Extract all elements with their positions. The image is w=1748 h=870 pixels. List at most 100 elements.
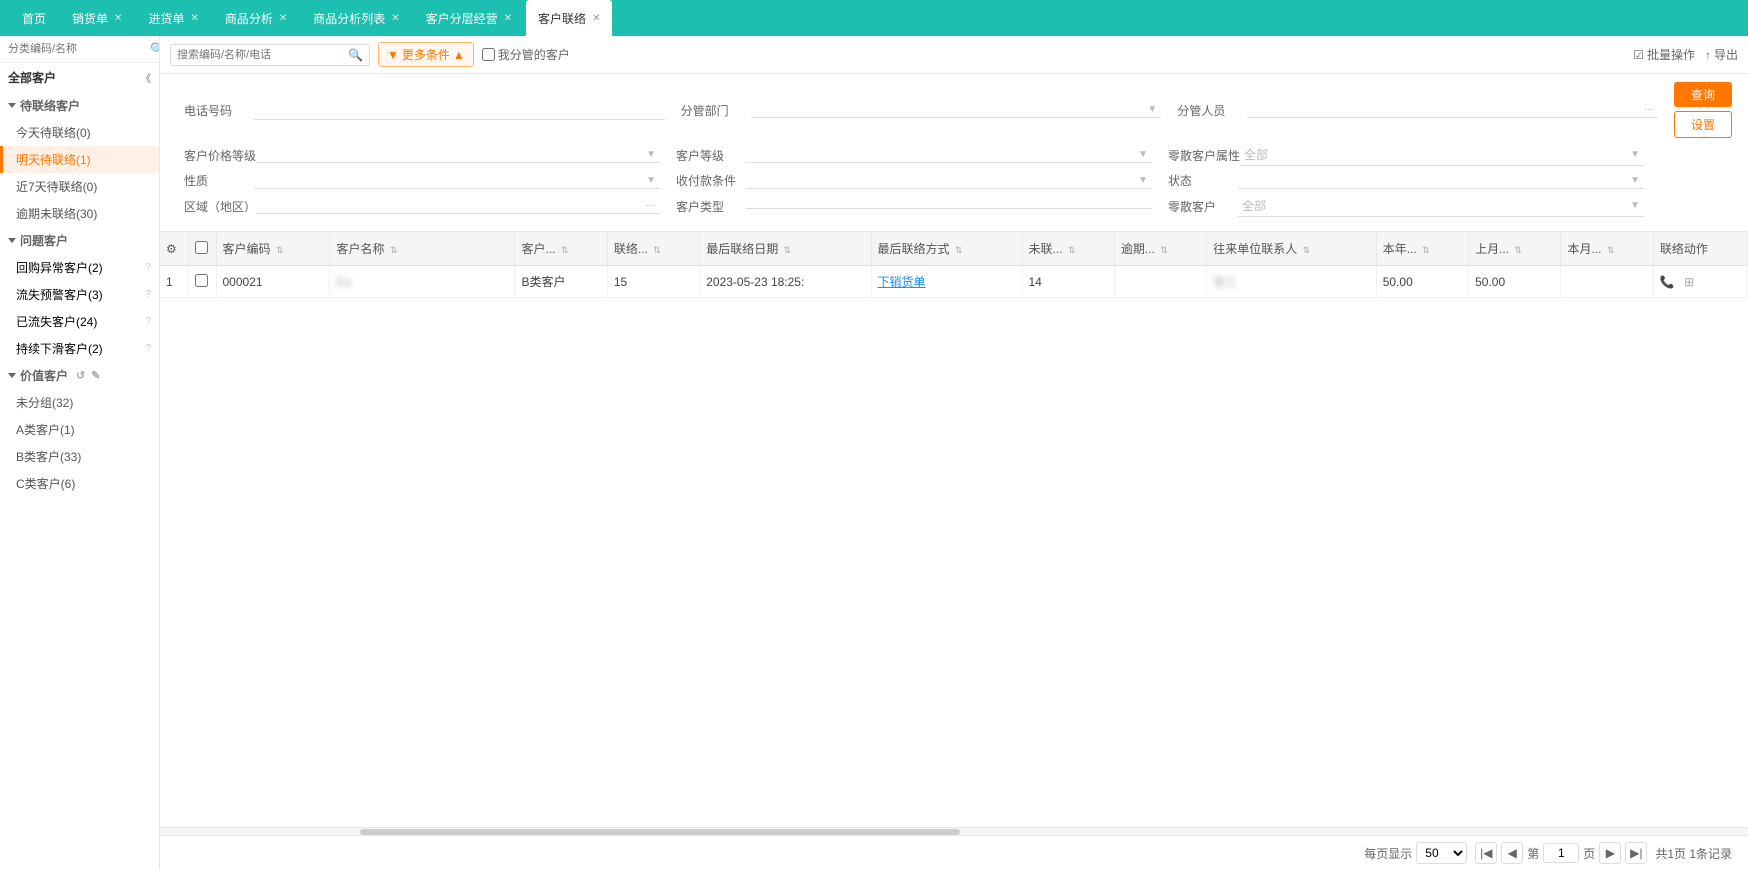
sidebar-item-churned[interactable]: 已流失客户(24) ? (0, 308, 159, 335)
select-all-checkbox[interactable] (195, 241, 208, 254)
search-input[interactable] (177, 49, 348, 61)
sidebar-item-today-pending[interactable]: 今天待联络(0) (0, 119, 159, 146)
batch-operation-button[interactable]: ☑ 批量操作 (1633, 46, 1695, 63)
cust-type-select[interactable] (746, 204, 1152, 209)
nav-product-analysis-list[interactable]: 商品分析列表 ✕ (301, 0, 411, 36)
value-edit-icon[interactable]: ✎ (91, 369, 100, 382)
nav-sales-order[interactable]: 销货单 ✕ (60, 0, 134, 36)
th-this-year[interactable]: 本年... ⇅ (1376, 232, 1468, 266)
pending-group-title: 待联络客户 (0, 92, 159, 119)
sidebar-item-7days-pending[interactable]: 近7天待联络(0) (0, 173, 159, 200)
action-more-icon[interactable]: ⊞ (1684, 275, 1694, 289)
last-page-button[interactable]: ▶| (1625, 842, 1647, 864)
next-page-button[interactable]: ▶ (1599, 842, 1621, 864)
td-contact-count: 15 (607, 266, 699, 298)
per-page-selector: 每页显示 50 100 200 (1364, 842, 1467, 864)
sidebar: 🔍 全部客户 《 待联络客户 今天待联络(0) 明天待联络(1) 近7天待联络(… (0, 36, 160, 870)
help-icon-1: ? (145, 289, 151, 300)
th-this-month[interactable]: 本月... ⇅ (1561, 232, 1653, 266)
dept-select[interactable]: ▼ (751, 102, 1162, 118)
first-page-button[interactable]: |◀ (1475, 842, 1497, 864)
th-contact-person[interactable]: 往来单位联系人 ⇅ (1207, 232, 1376, 266)
search-button[interactable]: 🔍 (348, 48, 363, 62)
th-name[interactable]: 客户名称 ⇅ (330, 232, 515, 266)
sidebar-item-class-b[interactable]: B类客户(33) (0, 443, 159, 470)
th-action: 联络动作 (1653, 232, 1747, 266)
more-filter-button[interactable]: ▼ 更多条件 ▲ (378, 42, 474, 67)
sort-type-icon: ⇅ (561, 245, 569, 255)
nav-product-analysis[interactable]: 商品分析 ✕ (213, 0, 299, 36)
th-unreached[interactable]: 未联... ⇅ (1022, 232, 1114, 266)
filter-dept: 分管部门 ▼ (673, 102, 1170, 119)
payment-select[interactable]: ▼ (746, 173, 1152, 189)
nav-customer-contact[interactable]: 客户联络 ✕ (526, 0, 612, 36)
query-button[interactable]: 查询 (1674, 82, 1732, 107)
nav-close-sales-order[interactable]: ✕ (114, 13, 122, 24)
retail-attr-select[interactable]: 全部 ▼ (1240, 144, 1644, 166)
my-customers-checkbox[interactable] (482, 48, 495, 61)
page-number-input[interactable] (1543, 843, 1579, 863)
sidebar-search-input[interactable] (8, 43, 150, 55)
nav-customer-layered[interactable]: 客户分层经营 ✕ (414, 0, 524, 36)
retail-cust-select[interactable]: 全部 ▼ (1238, 195, 1644, 217)
td-this-year: 50.00 (1376, 266, 1468, 298)
nav-close-customer-layered[interactable]: ✕ (504, 13, 512, 24)
row-checkbox-0[interactable] (195, 274, 208, 287)
level-label: 客户等级 (676, 147, 746, 164)
nav-close-product-analysis[interactable]: ✕ (279, 13, 287, 24)
nature-chevron: ▼ (646, 175, 656, 186)
region-select[interactable]: ··· (256, 198, 660, 214)
status-select[interactable]: ▼ (1238, 173, 1644, 189)
prev-page-button[interactable]: ◀ (1501, 842, 1523, 864)
filter-phone: 电话号码 (176, 101, 673, 120)
th-code[interactable]: 客户编码 ⇅ (216, 232, 330, 266)
th-contact-count[interactable]: 联络... ⇅ (607, 232, 699, 266)
phone-input[interactable] (254, 101, 665, 120)
sidebar-search-icon[interactable]: 🔍 (150, 42, 160, 56)
th-last-contact-method[interactable]: 最后联络方式 ⇅ (871, 232, 1022, 266)
export-button[interactable]: ↑ 导出 (1705, 46, 1738, 63)
region-more-icon: ··· (646, 200, 656, 211)
filter-payment: 收付款条件 ▼ (668, 172, 1160, 189)
level-select[interactable]: ▼ (746, 147, 1152, 163)
th-last-month[interactable]: 上月... ⇅ (1469, 232, 1561, 266)
per-page-select[interactable]: 50 100 200 (1416, 842, 1467, 864)
filter-status: 状态 ▼ (1160, 172, 1652, 189)
nav-purchase-order[interactable]: 进货单 ✕ (136, 0, 210, 36)
nav-home[interactable]: 首页 (10, 0, 58, 36)
horizontal-scrollbar[interactable] (160, 827, 1748, 835)
person-select[interactable]: ··· (1247, 102, 1658, 118)
scrollbar-thumb[interactable] (360, 829, 960, 835)
settings-icon[interactable]: ⚙ (166, 242, 177, 256)
action-phone-icon[interactable]: 📞 (1660, 275, 1675, 289)
problem-group-title: 问题客户 (0, 227, 159, 254)
th-last-contact-date[interactable]: 最后联络日期 ⇅ (700, 232, 871, 266)
nav-close-purchase-order[interactable]: ✕ (190, 13, 198, 24)
sidebar-item-class-a[interactable]: A类客户(1) (0, 416, 159, 443)
sidebar-item-tomorrow-pending[interactable]: 明天待联络(1) (0, 146, 159, 173)
value-refresh-icon[interactable]: ↺ (76, 369, 85, 382)
all-customers-header[interactable]: 全部客户 《 (0, 63, 159, 92)
sidebar-item-declining[interactable]: 持续下滑客户(2) ? (0, 335, 159, 362)
export-icon: ↑ (1705, 48, 1711, 62)
sort-person-icon: ⇅ (1303, 245, 1311, 255)
th-customer-type[interactable]: 客户... ⇅ (515, 232, 607, 266)
contact-method-link[interactable]: 下销货单 (878, 275, 926, 289)
th-overdue[interactable]: 逾期... ⇅ (1114, 232, 1206, 266)
grade-select[interactable]: ▼ (256, 147, 660, 163)
my-customers-checkbox-label[interactable]: 我分管的客户 (482, 46, 570, 63)
setting-button[interactable]: 设置 (1674, 111, 1732, 138)
sidebar-item-churn-warning[interactable]: 流失预警客户(3) ? (0, 281, 159, 308)
nav-close-product-analysis-list[interactable]: ✕ (391, 13, 399, 24)
sidebar-item-overdue-pending[interactable]: 逾期未联络(30) (0, 200, 159, 227)
contact-person-blurred: 张三 (1213, 275, 1237, 289)
sidebar-item-ungrouped[interactable]: 未分组(32) (0, 389, 159, 416)
nav-close-customer-contact[interactable]: ✕ (592, 13, 600, 24)
sidebar-item-repurchase-anomaly[interactable]: 回购异常客户(2) ? (0, 254, 159, 281)
th-settings: ⚙ (160, 232, 188, 266)
filter-level: 客户等级 ▼ (668, 147, 1160, 164)
nature-select[interactable]: ▼ (254, 173, 660, 189)
help-icon-0: ? (145, 262, 151, 273)
person-label: 分管人员 (1177, 102, 1247, 119)
sidebar-item-class-c[interactable]: C类客户(6) (0, 470, 159, 497)
